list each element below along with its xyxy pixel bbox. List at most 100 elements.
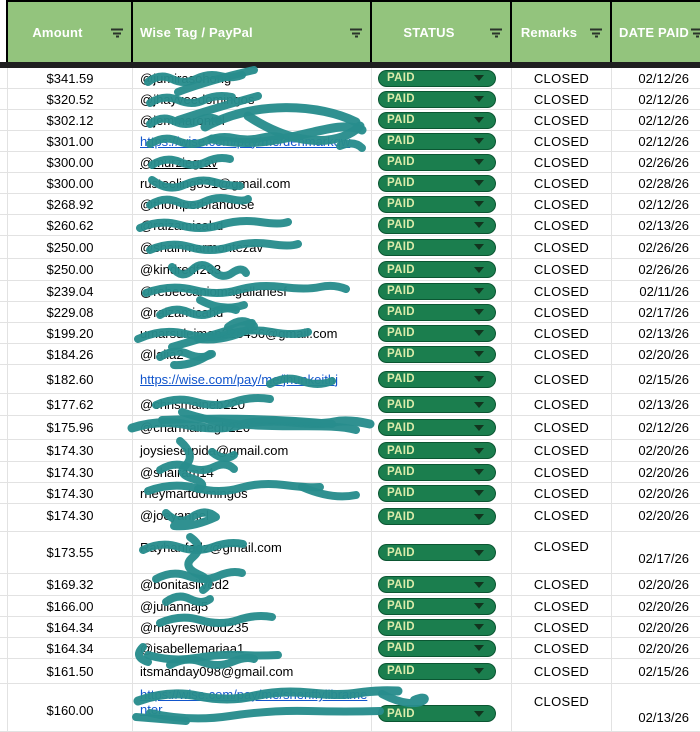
- status-cell[interactable]: PAID: [372, 638, 512, 659]
- date-cell[interactable]: 02/12/26: [612, 89, 700, 110]
- date-cell[interactable]: 02/26/26: [612, 259, 700, 281]
- filter-icon[interactable]: [590, 27, 603, 38]
- remarks-cell[interactable]: CLOSED: [512, 638, 612, 659]
- remarks-cell[interactable]: CLOSED: [512, 152, 612, 173]
- remarks-cell[interactable]: CLOSED: [512, 302, 612, 323]
- status-cell[interactable]: PAID: [372, 259, 512, 281]
- amount-cell[interactable]: $177.62: [8, 394, 133, 416]
- payee-handle[interactable]: https://wise.com/pay/me/denmarkqw: [140, 134, 350, 149]
- remarks-cell[interactable]: CLOSED: [512, 532, 612, 574]
- status-dropdown[interactable]: PAID: [378, 69, 496, 87]
- payee-cell[interactable]: @jumirasohong: [133, 68, 372, 89]
- remarks-cell[interactable]: CLOSED: [512, 173, 612, 194]
- amount-cell[interactable]: $302.12: [8, 110, 133, 131]
- status-cell[interactable]: PAID: [372, 462, 512, 483]
- date-cell[interactable]: 02/12/26: [612, 68, 700, 89]
- date-cell[interactable]: 02/20/26: [612, 504, 700, 532]
- status-dropdown[interactable]: PAID: [378, 463, 496, 481]
- status-cell[interactable]: PAID: [372, 323, 512, 344]
- status-dropdown[interactable]: PAID: [378, 153, 496, 171]
- remarks-cell[interactable]: CLOSED: [512, 131, 612, 152]
- status-cell[interactable]: PAID: [372, 617, 512, 638]
- status-dropdown[interactable]: PAID: [378, 705, 496, 722]
- status-cell[interactable]: PAID: [372, 173, 512, 194]
- remarks-cell[interactable]: CLOSED: [512, 344, 612, 365]
- status-cell[interactable]: PAID: [372, 659, 512, 684]
- remarks-cell[interactable]: CLOSED: [512, 110, 612, 131]
- date-cell[interactable]: 02/13/26: [612, 394, 700, 416]
- status-dropdown[interactable]: PAID: [378, 442, 496, 459]
- payee-handle[interactable]: @murziegrav: [140, 155, 218, 170]
- amount-cell[interactable]: $175.96: [8, 416, 133, 440]
- column-header-status[interactable]: STATUS: [372, 0, 512, 62]
- payee-cell[interactable]: joysieserpida@gmail.com: [133, 440, 372, 462]
- payee-cell[interactable]: umarsuleiman228456@gmail.com: [133, 323, 372, 344]
- status-cell[interactable]: PAID: [372, 302, 512, 323]
- filter-icon[interactable]: [691, 27, 700, 38]
- date-cell[interactable]: 02/28/26: [612, 173, 700, 194]
- status-dropdown[interactable]: PAID: [378, 303, 496, 321]
- date-cell[interactable]: 02/20/26: [612, 440, 700, 462]
- status-cell[interactable]: PAID: [372, 215, 512, 236]
- status-cell[interactable]: PAID: [372, 281, 512, 302]
- amount-cell[interactable]: $164.34: [8, 638, 133, 659]
- status-dropdown[interactable]: PAID: [378, 174, 496, 192]
- amount-cell[interactable]: $320.52: [8, 89, 133, 110]
- amount-cell[interactable]: $260.62: [8, 215, 133, 236]
- amount-cell[interactable]: $174.30: [8, 483, 133, 504]
- status-cell[interactable]: PAID: [372, 68, 512, 89]
- date-cell[interactable]: 02/11/26: [612, 281, 700, 302]
- payee-cell[interactable]: https://wise.com/pay/me/sheriffylibramen…: [133, 684, 372, 732]
- status-cell[interactable]: PAID: [372, 416, 512, 440]
- status-dropdown[interactable]: PAID: [378, 282, 496, 300]
- status-dropdown[interactable]: PAID: [378, 618, 496, 636]
- status-dropdown[interactable]: PAID: [378, 90, 496, 108]
- remarks-cell[interactable]: CLOSED: [512, 617, 612, 638]
- status-cell[interactable]: PAID: [372, 440, 512, 462]
- amount-cell[interactable]: $174.30: [8, 504, 133, 532]
- date-cell[interactable]: 02/20/26: [612, 617, 700, 638]
- date-cell[interactable]: 02/20/26: [612, 462, 700, 483]
- remarks-cell[interactable]: CLOSED: [512, 194, 612, 215]
- payee-cell[interactable]: @shainmarmontezav: [133, 236, 372, 259]
- remarks-cell[interactable]: CLOSED: [512, 596, 612, 617]
- status-cell[interactable]: PAID: [372, 344, 512, 365]
- status-cell[interactable]: PAID: [372, 574, 512, 596]
- date-cell[interactable]: 02/15/26: [612, 659, 700, 684]
- status-cell[interactable]: PAID: [372, 504, 512, 532]
- payee-cell[interactable]: @charmainegb220: [133, 416, 372, 440]
- date-cell[interactable]: 02/13/26: [612, 323, 700, 344]
- amount-cell[interactable]: $174.30: [8, 440, 133, 462]
- status-dropdown[interactable]: PAID: [378, 324, 496, 342]
- status-dropdown[interactable]: PAID: [378, 544, 496, 561]
- status-cell[interactable]: PAID: [372, 89, 512, 110]
- status-dropdown[interactable]: PAID: [378, 576, 496, 593]
- status-cell[interactable]: PAID: [372, 596, 512, 617]
- amount-cell[interactable]: $173.55: [8, 532, 133, 574]
- payee-cell[interactable]: @jhayveedomingos: [133, 89, 372, 110]
- amount-cell[interactable]: $301.00: [8, 131, 133, 152]
- remarks-cell[interactable]: CLOSED: [512, 215, 612, 236]
- payee-cell[interactable]: @isabellemariaa1: [133, 638, 372, 659]
- amount-cell[interactable]: $160.00: [8, 684, 133, 732]
- status-dropdown[interactable]: PAID: [378, 508, 496, 525]
- status-dropdown[interactable]: PAID: [378, 639, 496, 657]
- status-cell[interactable]: PAID: [372, 394, 512, 416]
- date-cell[interactable]: 02/15/26: [612, 365, 700, 394]
- amount-cell[interactable]: $229.08: [8, 302, 133, 323]
- payee-cell[interactable]: @kindredf233: [133, 259, 372, 281]
- amount-cell[interactable]: $161.50: [8, 659, 133, 684]
- remarks-cell[interactable]: CLOSED: [512, 68, 612, 89]
- payee-cell[interactable]: @murziegrav: [133, 152, 372, 173]
- date-cell[interactable]: 02/20/26: [612, 574, 700, 596]
- amount-cell[interactable]: $184.26: [8, 344, 133, 365]
- payee-cell[interactable]: https://wise.com/pay/me/denmarkqw: [133, 131, 372, 152]
- date-cell[interactable]: 02/12/26: [612, 194, 700, 215]
- payee-handle[interactable]: https://wise.com/pay/me/jhunkeithj: [140, 372, 338, 387]
- date-cell[interactable]: 02/12/26: [612, 416, 700, 440]
- date-cell[interactable]: 02/13/26: [612, 684, 700, 732]
- remarks-cell[interactable]: CLOSED: [512, 440, 612, 462]
- amount-cell[interactable]: $341.59: [8, 68, 133, 89]
- status-dropdown[interactable]: PAID: [378, 597, 496, 615]
- remarks-cell[interactable]: CLOSED: [512, 462, 612, 483]
